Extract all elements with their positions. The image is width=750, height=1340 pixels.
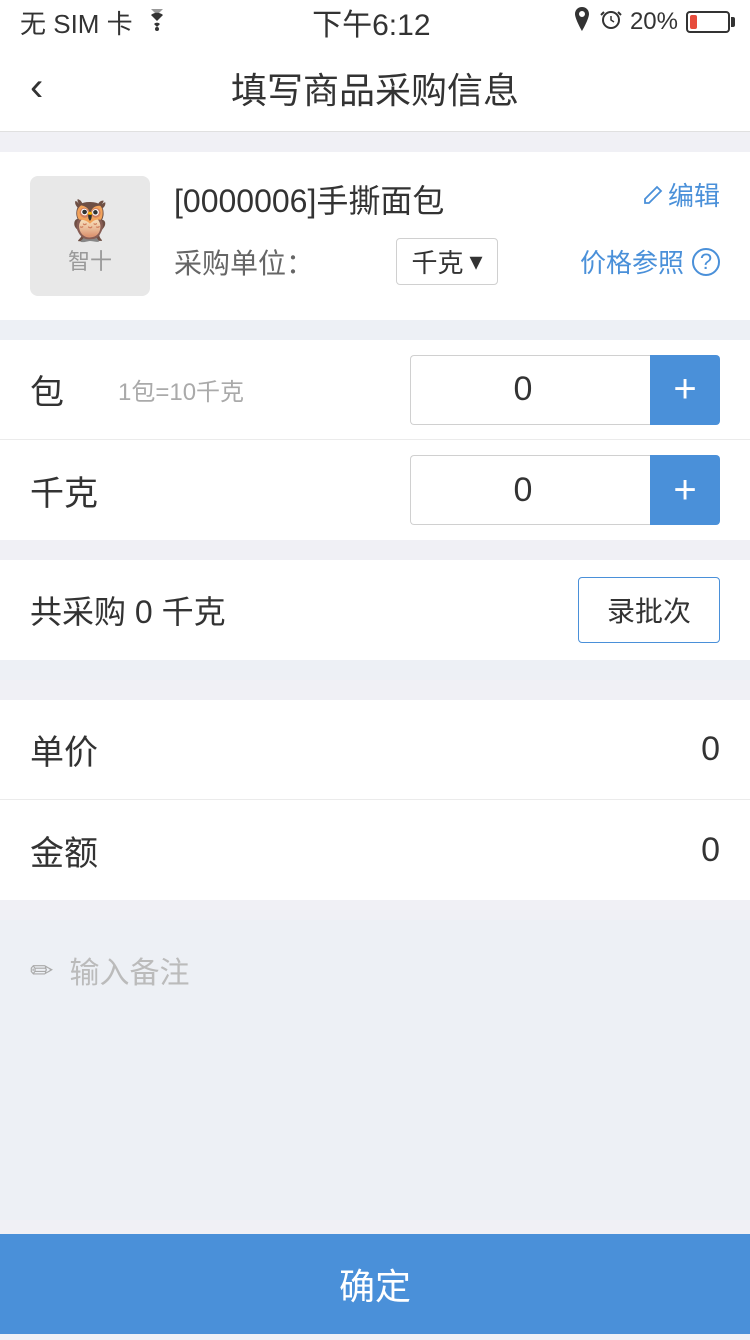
batch-button[interactable]: 录批次 [578,577,720,643]
kg-label: 千克 [30,466,110,515]
alarm-icon [600,8,622,37]
input-section: 包 1包=10千克 + 千克 + [0,340,750,540]
divider-1 [0,320,750,340]
kg-plus-button[interactable]: + [650,455,720,525]
time-display: 下午6:12 [312,0,430,44]
amount-row: 金额 0 [0,800,750,900]
summary-row: 共采购 0 千克 录批次 [0,560,750,660]
pencil-icon: ✏ [30,954,53,987]
product-full-name: [0000006]手撕面包 [174,176,444,222]
price-ref-button[interactable]: 价格参照 ? [580,243,720,280]
battery-icon [686,11,730,33]
unit-select[interactable]: 千克 ▾ [396,238,497,285]
bag-number-input[interactable] [410,355,650,425]
edit-button[interactable]: 编辑 [642,176,720,213]
remark-section[interactable]: ✏ 输入备注 [0,920,750,1220]
product-name-row: [0000006]手撕面包 编辑 [174,176,720,222]
location-icon [572,7,592,38]
bag-input-control: + [410,355,720,425]
unit-price-value: 0 [701,730,720,769]
unit-label: 采购单位： [174,242,314,282]
amount-label: 金额 [30,826,98,875]
amount-value: 0 [701,831,720,870]
status-right: 20% [572,7,730,38]
edit-label: 编辑 [668,176,720,213]
page-title: 填写商品采购信息 [231,62,519,114]
carrier-label: 无 SIM 卡 [20,4,133,41]
unit-value: 千克 [411,243,463,280]
battery-percent: 20% [630,8,678,36]
bag-plus-icon: + [673,367,696,412]
chevron-down-icon: ▾ [469,246,482,277]
product-thumbnail: 🦉 智十 [30,176,150,296]
status-bar: 无 SIM 卡 下午6:12 20% [0,0,750,44]
brand-icon: 🦉 [65,197,115,244]
back-button[interactable]: ‹ [30,65,43,110]
divider-2 [0,660,750,680]
unit-label-text: 采购单位： [174,248,314,279]
unit-row: 采购单位： 千克 ▾ 价格参照 ? [174,238,720,285]
remark-input-row: ✏ 输入备注 [30,948,720,992]
summary-text: 共采购 0 千克 [30,587,226,633]
kg-input-row: 千克 + [0,440,750,540]
question-icon: ? [692,248,720,276]
price-section: 单价 0 金额 0 [0,700,750,900]
bag-label: 包 [30,365,110,414]
nav-bar: ‹ 填写商品采购信息 [0,44,750,132]
wifi-icon [143,7,171,38]
brand-text: 智十 [68,249,112,274]
kg-input-control: + [410,455,720,525]
unit-price-label: 单价 [30,725,98,774]
unit-price-row: 单价 0 [0,700,750,800]
confirm-label: 确定 [339,1258,411,1310]
price-ref-label: 价格参照 [580,243,684,280]
kg-plus-icon: + [673,468,696,513]
confirm-bar[interactable]: 确定 [0,1234,750,1334]
product-info: [0000006]手撕面包 编辑 采购单位： 千克 ▾ 价格参照 ? [174,176,720,285]
bag-input-row: 包 1包=10千克 + [0,340,750,440]
product-card: 🦉 智十 [0000006]手撕面包 编辑 采购单位： 千克 ▾ 价格参照 [0,152,750,320]
bag-plus-button[interactable]: + [650,355,720,425]
kg-number-input[interactable] [410,455,650,525]
status-left: 无 SIM 卡 [20,4,171,41]
remark-placeholder: 输入备注 [69,948,189,992]
bag-sublabel: 1包=10千克 [118,372,410,407]
